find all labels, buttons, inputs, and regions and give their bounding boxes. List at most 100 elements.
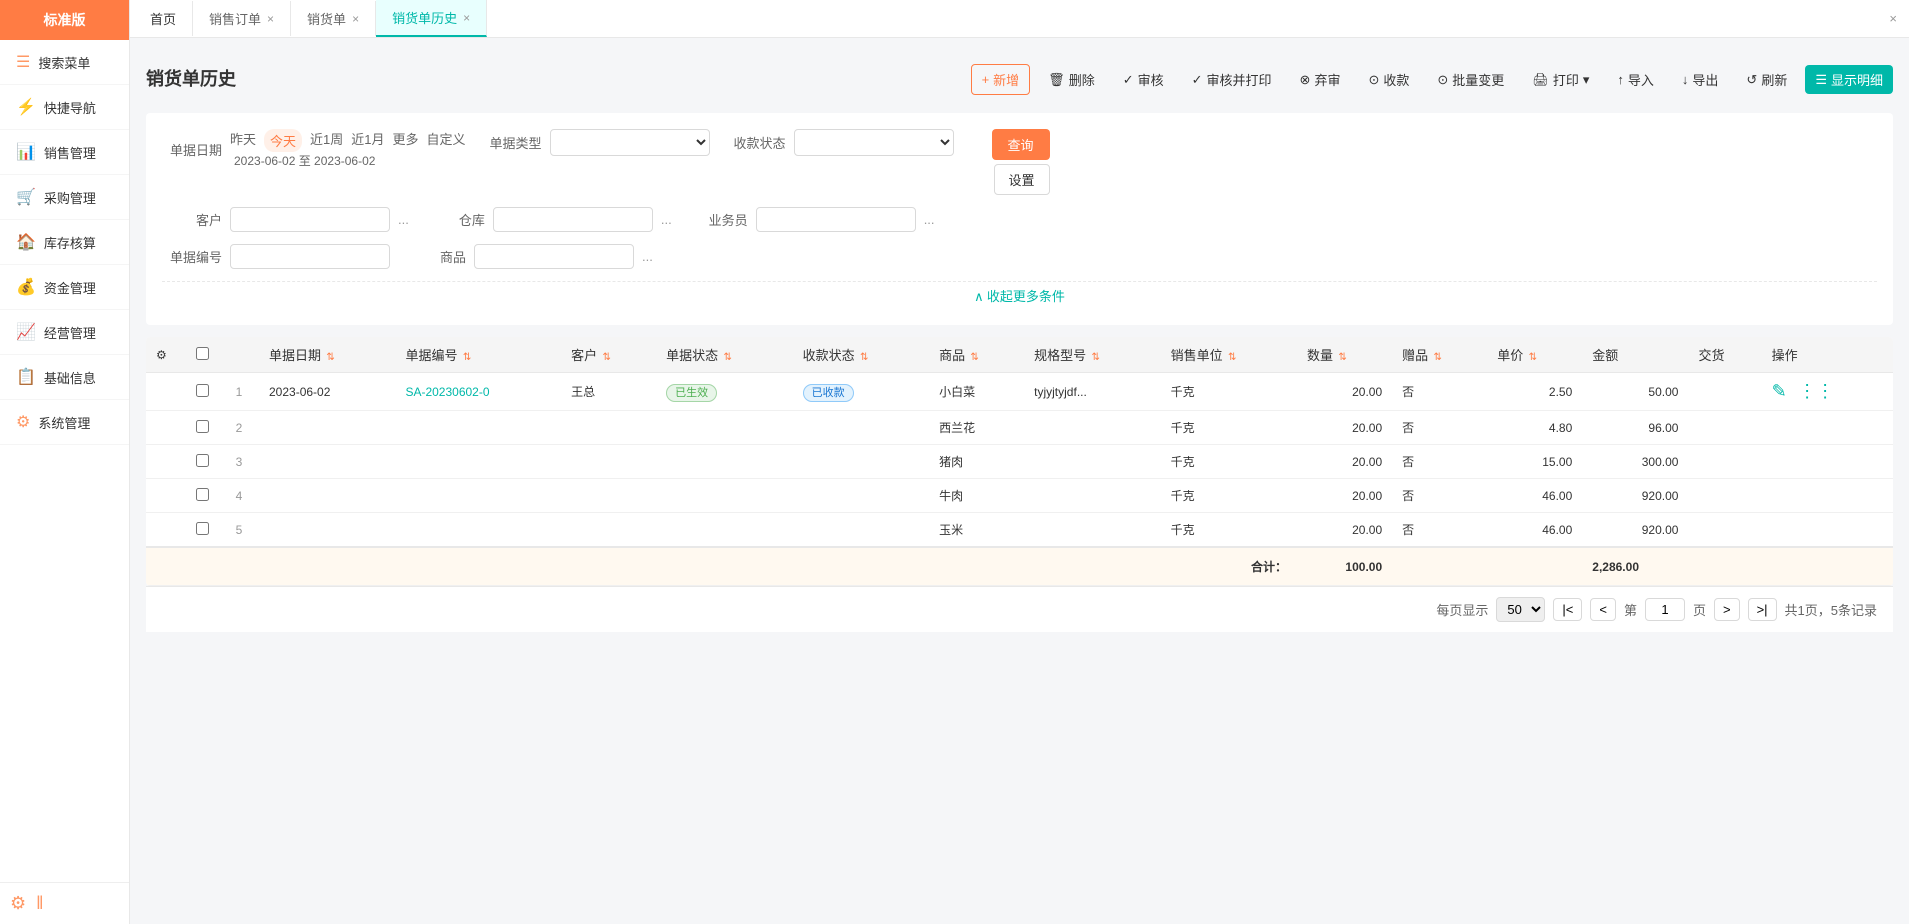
- shortcut-last1month[interactable]: 近1月: [351, 129, 384, 152]
- audit-print-button[interactable]: ✓ 审核并打印: [1182, 65, 1282, 94]
- tabs-close-all[interactable]: ×: [1881, 7, 1905, 30]
- shortcut-yesterday[interactable]: 昨天: [230, 129, 256, 152]
- row-checkbox[interactable]: [186, 479, 219, 513]
- warehouse-dots[interactable]: ...: [661, 212, 672, 227]
- row-select-checkbox[interactable]: [196, 488, 209, 501]
- last-page-button[interactable]: >|: [1748, 598, 1777, 621]
- shortcut-last7[interactable]: 近1周: [310, 129, 343, 152]
- sidebar-item-finance-mgmt[interactable]: 💰 资金管理: [0, 265, 129, 310]
- doc-no-input[interactable]: [230, 244, 390, 269]
- collect-button[interactable]: ⊙ 收款: [1358, 65, 1419, 94]
- batch-change-button[interactable]: ⊙ 批量变更: [1427, 65, 1514, 94]
- col-qty[interactable]: 数量 ⇅: [1297, 337, 1392, 373]
- salesperson-dots[interactable]: ...: [924, 212, 935, 227]
- col-doc-status[interactable]: 单据状态 ⇅: [656, 337, 792, 373]
- delete-button[interactable]: 🗑 删除: [1038, 65, 1105, 94]
- sidebar-item-sales-mgmt[interactable]: 📊 销售管理: [0, 130, 129, 175]
- audit-button[interactable]: ✓ 审核: [1113, 65, 1174, 94]
- col-goods[interactable]: 商品 ⇅: [929, 337, 1024, 373]
- sidebar-item-quick-nav[interactable]: ⚡ 快捷导航: [0, 85, 129, 130]
- shortcut-more[interactable]: 更多: [393, 129, 419, 152]
- collect-status-select[interactable]: [794, 129, 954, 156]
- print-button[interactable]: 🖨 打印 ▾: [1522, 65, 1599, 94]
- tab-sales-order-close[interactable]: ×: [267, 12, 274, 26]
- col-unit[interactable]: 销售单位 ⇅: [1161, 337, 1297, 373]
- more-action-btn[interactable]: ⋮⋮: [1798, 381, 1834, 401]
- tabs-bar: 首页 销售订单 × 销货单 × 销货单历史 × ×: [130, 0, 1909, 38]
- row-checkbox[interactable]: [186, 513, 219, 548]
- row-checkbox[interactable]: [186, 411, 219, 445]
- import-button[interactable]: ↑ 导入: [1607, 65, 1664, 94]
- goods-dots[interactable]: ...: [642, 249, 653, 264]
- page-number-input[interactable]: [1645, 598, 1685, 621]
- col-gift[interactable]: 赠品 ⇅: [1392, 337, 1487, 373]
- first-page-button[interactable]: |<: [1553, 598, 1582, 621]
- col-collect-status[interactable]: 收款状态 ⇅: [793, 337, 929, 373]
- refresh-button[interactable]: ↺ 刷新: [1736, 65, 1797, 94]
- sidebar-logo: 标准版: [0, 0, 129, 40]
- set-button[interactable]: 设置: [994, 164, 1050, 195]
- sidebar-item-ops-mgmt[interactable]: 📈 经营管理: [0, 310, 129, 355]
- doc-type-select[interactable]: [550, 129, 710, 156]
- table-row: 2 西兰花 千克 20.00 否 4.80 96.00: [146, 411, 1893, 445]
- sidebar-item-search-menu[interactable]: ☰ 搜索菜单: [0, 40, 129, 85]
- row-select-checkbox[interactable]: [196, 384, 209, 397]
- summary-action: [1762, 547, 1893, 586]
- tab-sales-history[interactable]: 销货单历史 ×: [376, 0, 487, 37]
- tab-sales-delivery[interactable]: 销货单 ×: [291, 1, 376, 36]
- row-collect-status: [793, 445, 929, 479]
- customer-input[interactable]: [230, 207, 390, 232]
- sidebar-collapse-icon[interactable]: ‖: [36, 893, 43, 914]
- prev-page-button[interactable]: <: [1590, 598, 1616, 621]
- row-trans: [1688, 411, 1761, 445]
- per-page-select[interactable]: 50: [1496, 597, 1545, 622]
- col-doc-date[interactable]: 单据日期 ⇅: [259, 337, 395, 373]
- row-action: [1762, 445, 1893, 479]
- collapse-more[interactable]: ∧ 收起更多条件: [162, 281, 1877, 309]
- collect-status-label: 收款状态: [726, 133, 786, 152]
- shortcut-today[interactable]: 今天: [264, 129, 302, 152]
- export-button[interactable]: ↓ 导出: [1672, 65, 1729, 94]
- col-price[interactable]: 单价 ⇅: [1487, 337, 1582, 373]
- row-doc-no[interactable]: [395, 479, 561, 513]
- row-checkbox[interactable]: [186, 373, 219, 411]
- salesperson-input[interactable]: [756, 207, 916, 232]
- abandon-button[interactable]: ⊗ 弃审: [1290, 65, 1351, 94]
- customer-dots[interactable]: ...: [398, 212, 409, 227]
- sidebar-item-inventory[interactable]: 🏠 库存核算: [0, 220, 129, 265]
- sidebar-item-sys-mgmt[interactable]: ⚙ 系统管理: [0, 400, 129, 445]
- warehouse-input[interactable]: [493, 207, 653, 232]
- row-select-checkbox[interactable]: [196, 420, 209, 433]
- col-checkbox[interactable]: [186, 337, 219, 373]
- col-customer[interactable]: 客户 ⇅: [561, 337, 656, 373]
- col-spec[interactable]: 规格型号 ⇅: [1024, 337, 1160, 373]
- goods-input[interactable]: [474, 244, 634, 269]
- row-doc-no[interactable]: [395, 445, 561, 479]
- new-button[interactable]: + 新增: [971, 64, 1031, 95]
- row-doc-no[interactable]: SA-20230602-0: [395, 373, 561, 411]
- goods-filter: 商品 ...: [406, 244, 653, 269]
- tab-home[interactable]: 首页: [134, 1, 193, 36]
- col-doc-no[interactable]: 单据编号 ⇅: [395, 337, 561, 373]
- show-detail-button[interactable]: ☰ 显示明细: [1805, 65, 1893, 94]
- row-number: 2: [219, 411, 259, 445]
- row-doc-no[interactable]: [395, 513, 561, 548]
- edit-action-btn[interactable]: ✎: [1772, 381, 1787, 401]
- sidebar-item-basic-info[interactable]: 📋 基础信息: [0, 355, 129, 400]
- sidebar-settings-icon[interactable]: ⚙: [10, 893, 26, 914]
- row-select-checkbox[interactable]: [196, 522, 209, 535]
- col-settings[interactable]: ⚙: [146, 337, 186, 373]
- sidebar-item-label: 销售管理: [44, 143, 96, 162]
- sidebar-item-purchase-mgmt[interactable]: 🛒 采购管理: [0, 175, 129, 220]
- tab-sales-delivery-close[interactable]: ×: [352, 12, 359, 26]
- tab-sales-order[interactable]: 销售订单 ×: [193, 1, 291, 36]
- shortcut-custom[interactable]: 自定义: [427, 129, 466, 152]
- row-select-checkbox[interactable]: [196, 454, 209, 467]
- row-doc-no[interactable]: [395, 411, 561, 445]
- next-page-button[interactable]: >: [1714, 598, 1740, 621]
- row-action: [1762, 411, 1893, 445]
- row-checkbox[interactable]: [186, 445, 219, 479]
- select-all-checkbox[interactable]: [196, 347, 209, 360]
- query-button[interactable]: 查询: [992, 129, 1050, 160]
- tab-sales-history-close[interactable]: ×: [463, 11, 470, 25]
